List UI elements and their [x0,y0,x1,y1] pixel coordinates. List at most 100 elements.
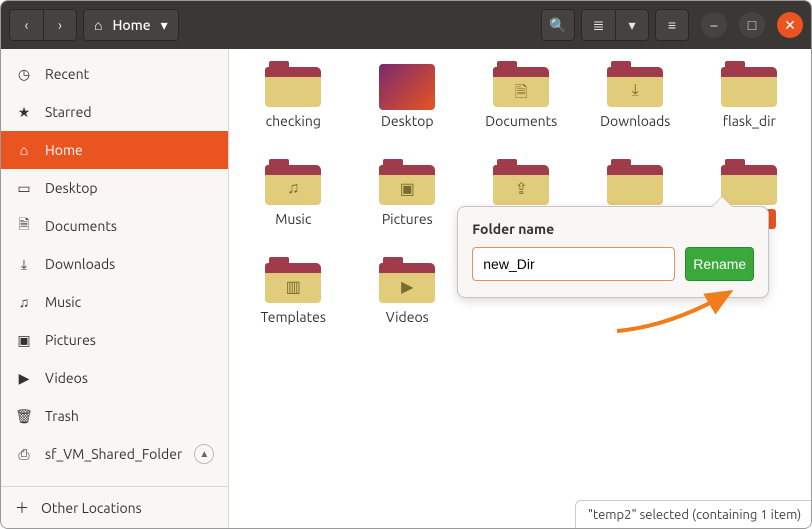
status-bar: "temp2" selected (containing 1 item) [575,500,812,528]
starred-icon: ★ [15,104,33,121]
folder-icon: ▥ [265,257,321,303]
grid-item-downloads[interactable]: ⤓ Downloads [581,61,689,131]
recent-icon: ◷ [15,66,33,83]
other-locations[interactable]: ＋ Other Locations [1,486,228,528]
grid-item-music[interactable]: ♫ Music [239,159,347,229]
view-dropdown-button[interactable]: ▾ [615,9,649,41]
home-icon: ⌂ [94,17,102,33]
chevron-down-icon: ▾ [628,17,635,34]
sidebar-item-starred[interactable]: ★ Starred [1,93,228,131]
sidebar-item-videos[interactable]: ▶ Videos [1,359,228,397]
sidebar-item-music[interactable]: ♫ Music [1,283,228,321]
sidebar-item-label: sf_VM_Shared_Folder [45,446,182,462]
folder-icon [607,159,663,205]
folder-icon: ♫ [265,159,321,205]
folder-icon: ⇪ [493,159,549,205]
grid-item-label: Desktop [375,111,440,131]
close-icon: ✕ [784,17,796,34]
folder-icon: ⤓ [607,61,663,107]
sidebar-item-recent[interactable]: ◷ Recent [1,55,228,93]
videos-icon: ▶ [15,370,33,387]
sidebar-item-label: Music [45,294,81,310]
sidebar-item-label: Documents [45,218,117,234]
grid-item-desktop[interactable]: Desktop [353,61,461,131]
sidebar-item-desktop[interactable]: ▭ Desktop [1,169,228,207]
grid-item-label: Videos [380,307,435,327]
titlebar: ‹ › ⌂ Home ▾ 🔍 ≣ ▾ ≡ – □ ✕ [1,1,811,49]
pathbar[interactable]: ⌂ Home ▾ [83,9,179,41]
folder-icon: ▶ [379,257,435,303]
sf-vm-shared-folder-icon: ⎙ [15,446,33,463]
grid-item-flask-dir[interactable]: flask_dir [695,61,803,131]
maximize-icon: □ [748,17,756,33]
view-group: ≣ ▾ [581,9,649,41]
grid-item-label: flask_dir [717,111,782,131]
main-content: checking Desktop 🗎Documents ⤓ Downloads flask… [229,49,812,528]
sidebar-item-documents[interactable]: 🗎 Documents [1,207,228,245]
sidebar-item-label: Home [45,142,83,158]
grid-item-documents[interactable]: 🗎Documents [467,61,575,131]
sidebar-item-label: Videos [45,370,88,386]
sidebar-item-label: Pictures [45,332,96,348]
documents-icon: 🗎 [15,214,33,238]
sidebar-item-label: Downloads [45,256,115,272]
menu-icon: ≡ [668,17,676,33]
grid-item-label: checking [260,111,327,131]
sidebar-item-sf-vm-shared-folder[interactable]: ⎙ sf_VM_Shared_Folder ▲ [1,435,228,473]
music-icon: ♫ [15,294,33,310]
forward-button[interactable]: › [43,9,77,41]
folder-icon: ▣ [379,159,435,205]
sidebar-item-label: Trash [45,408,79,424]
list-view-button[interactable]: ≣ [581,9,615,41]
plus-icon: ＋ [15,498,29,518]
grid-item-label: Pictures [376,209,439,229]
chevron-down-icon: ▾ [161,17,168,34]
chevron-right-icon: › [58,17,62,33]
sidebar-item-label: Starred [45,104,92,120]
desktop-icon [379,64,435,110]
folder-icon [265,61,321,107]
status-text: "temp2" selected (containing 1 item) [588,508,801,522]
path-label: Home [112,17,150,33]
grid-item-videos[interactable]: ▶ Videos [353,257,461,327]
maximize-button[interactable]: □ [739,12,765,38]
sidebar-item-label: Desktop [45,180,98,196]
pictures-icon: ▣ [15,332,33,349]
popover-row: Rename [472,247,754,281]
desktop-icon: ▭ [15,180,33,197]
rename-button[interactable]: Rename [685,247,754,281]
sidebar-item-pictures[interactable]: ▣ Pictures [1,321,228,359]
grid-item-checking[interactable]: checking [239,61,347,131]
list-icon: ≣ [593,17,605,34]
folder-icon [721,61,777,107]
trash-icon: 🗑 [15,408,33,425]
folder-name-input[interactable] [472,247,675,281]
sidebar-item-trash[interactable]: 🗑 Trash [1,397,228,435]
file-manager-window: ‹ › ⌂ Home ▾ 🔍 ≣ ▾ ≡ – □ ✕ ◷ Recent ★ Starr… [0,0,812,529]
grid-item-label: Music [269,209,317,229]
home-icon: ⌂ [15,142,33,158]
sidebar: ◷ Recent ★ Starred ⌂ Home ▭ Desktop 🗎 Documents ⤓ D… [1,49,229,528]
eject-icon[interactable]: ▲ [194,444,214,464]
search-icon: 🔍 [549,17,566,34]
folder-icon: 🗎 [493,61,549,107]
hamburger-menu-button[interactable]: ≡ [655,9,689,41]
grid-item-pictures[interactable]: ▣ Pictures [353,159,461,229]
popover-title: Folder name [472,221,754,237]
search-button[interactable]: 🔍 [541,9,575,41]
rename-popover: Folder name Rename [457,206,769,298]
other-locations-label: Other Locations [41,500,142,516]
minimize-button[interactable]: – [701,12,727,38]
grid-item-label: Downloads [594,111,676,131]
sidebar-item-label: Recent [45,66,89,82]
nav-group: ‹ › [9,9,77,41]
sidebar-item-downloads[interactable]: ⤓ Downloads [1,245,228,283]
close-button[interactable]: ✕ [777,12,803,38]
downloads-icon: ⤓ [15,256,33,273]
grid-item-templates[interactable]: ▥Templates [239,257,347,327]
sidebar-item-home[interactable]: ⌂ Home [1,131,228,169]
chevron-left-icon: ‹ [25,17,29,33]
back-button[interactable]: ‹ [9,9,43,41]
minimize-icon: – [711,17,718,33]
annotation-arrow [612,286,742,336]
